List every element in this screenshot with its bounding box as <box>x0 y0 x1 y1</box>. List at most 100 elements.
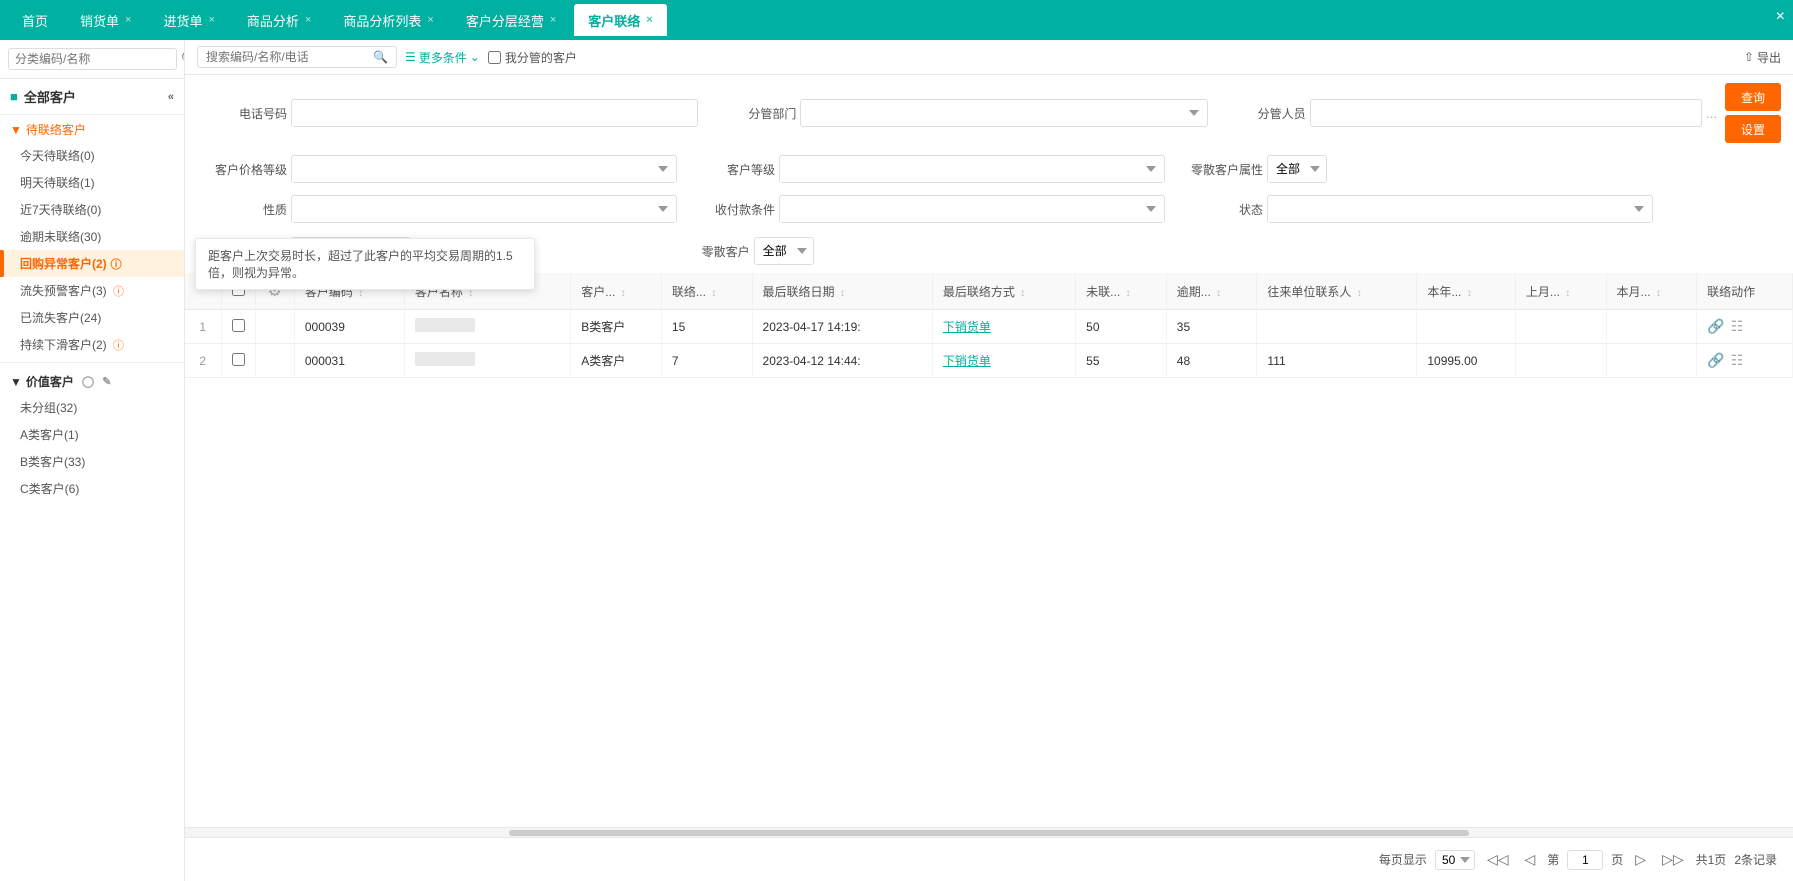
customer-grade-select[interactable] <box>779 155 1165 183</box>
chevron-down-icon: ▼ <box>10 123 22 137</box>
sort-icon: ↕ <box>1126 288 1131 299</box>
table-wrapper: ⚙ 客户编码 ↕ 客户名称 ↕ 客户... ↕ <box>185 273 1793 827</box>
page-input[interactable] <box>1567 850 1603 870</box>
sidebar-item-tomorrow[interactable]: 明天待联络(1) <box>0 169 184 196</box>
sort-icon: ↕ <box>621 288 626 299</box>
content-area: 🔍 ☰ 更多条件 ⌄ 我分管的客户 ⇧ 导出 电话号码 <box>185 40 1793 881</box>
col-overdue: 逾期... ↕ <box>1166 273 1257 310</box>
tab-home[interactable]: 首页 <box>8 4 62 36</box>
link-icon[interactable]: 🔗 <box>1707 318 1724 335</box>
price-grade-select[interactable] <box>291 155 677 183</box>
zero-attr-filter: 零散客户属性 全部 <box>1173 155 1653 183</box>
sidebar-item-class-b[interactable]: B类客户(33) <box>0 448 184 475</box>
my-customers-check[interactable] <box>488 51 501 64</box>
row-last-type[interactable]: 下销货单 <box>932 310 1075 344</box>
close-icon[interactable]: × <box>646 14 652 26</box>
row-last-date: 2023-04-12 14:44: <box>752 344 932 378</box>
search-input[interactable] <box>206 50 369 64</box>
sidebar-item-churn-risk[interactable]: 流失预警客户(3) ⓘ <box>0 277 184 304</box>
close-icon[interactable]: × <box>427 14 433 26</box>
filter-icon: ☰ <box>405 50 416 64</box>
zero-customer-select[interactable]: 全部 <box>754 237 814 265</box>
row-this-year <box>1417 310 1516 344</box>
sidebar-group-waiting[interactable]: ▼ 待联络客户 <box>0 115 184 142</box>
close-icon[interactable]: × <box>305 14 311 26</box>
manager-input[interactable] <box>1310 99 1702 127</box>
row-this-month <box>1606 344 1697 378</box>
more-icon[interactable]: ... <box>1706 106 1717 121</box>
row-last-type[interactable]: 下销货单 <box>932 344 1075 378</box>
sort-icon: ↕ <box>1357 288 1362 299</box>
sidebar-item-repurchase-wrapper: 回购异常客户(2) ⓘ <box>0 250 184 277</box>
tooltip: 距客户上次交易时长，超过了此客户的平均交易周期的1.5倍，则视为异常。 <box>195 238 535 290</box>
table-row: 1 000039 B类客户 15 2023-04-17 14:19: 下销货单 … <box>185 310 1793 344</box>
export-btn[interactable]: ⇧ 导出 <box>1744 49 1781 66</box>
first-page-btn[interactable]: ◁◁ <box>1483 849 1513 870</box>
grid-icon[interactable]: ☷ <box>1731 318 1744 335</box>
close-icon[interactable]: × <box>208 14 214 26</box>
chevron-down-icon: ▼ <box>10 375 22 389</box>
tab-purchase-order[interactable]: 进货单 × <box>149 4 228 36</box>
sidebar-item-repurchase[interactable]: 回购异常客户(2) ⓘ <box>0 250 184 277</box>
action-buttons: 查询 设置 <box>1725 83 1781 143</box>
row-settings <box>255 344 294 378</box>
scroll-thumb <box>509 830 1469 836</box>
sort-icon: ↕ <box>1565 288 1570 299</box>
tab-product-analysis-list[interactable]: 商品分析列表 × <box>329 4 447 36</box>
price-grade-filter: 客户价格等级 <box>197 155 677 183</box>
payment-select[interactable] <box>779 195 1165 223</box>
zero-attr-select[interactable]: 全部 <box>1267 155 1327 183</box>
sidebar-item-class-c[interactable]: C类客户(6) <box>0 475 184 502</box>
row-code: 000031 <box>294 344 404 378</box>
sidebar-item-ungroup[interactable]: 未分组(32) <box>0 394 184 421</box>
sidebar-search-input[interactable] <box>8 48 177 70</box>
close-all-tabs[interactable]: × <box>1776 8 1785 26</box>
tab-customer-contact[interactable]: 客户联络 × <box>574 4 666 36</box>
grid-icon[interactable]: ☷ <box>1731 352 1744 369</box>
dept-select[interactable] <box>800 99 1207 127</box>
per-page-select[interactable]: 50 <box>1435 850 1475 870</box>
sidebar-item-7days[interactable]: 近7天待联络(0) <box>0 196 184 223</box>
status-select[interactable] <box>1267 195 1653 223</box>
tab-product-analysis[interactable]: 商品分析 × <box>233 4 325 36</box>
phone-input[interactable] <box>291 99 698 127</box>
sort-icon: ↕ <box>1656 288 1661 299</box>
sort-icon: ↕ <box>1467 288 1472 299</box>
last-page-btn[interactable]: ▷▷ <box>1658 849 1688 870</box>
status-filter: 状态 <box>1173 195 1653 223</box>
sidebar-item-class-a[interactable]: A类客户(1) <box>0 421 184 448</box>
row-uncontact: 50 <box>1076 310 1167 344</box>
next-page-btn[interactable]: ▷ <box>1631 849 1650 870</box>
sidebar-item-overdue[interactable]: 逾期未联络(30) <box>0 223 184 250</box>
col-uncontact: 未联... ↕ <box>1076 273 1167 310</box>
tab-sales-order[interactable]: 销货单 × <box>66 4 145 36</box>
sidebar-item-churned[interactable]: 已流失客户(24) <box>0 304 184 331</box>
query-button[interactable]: 查询 <box>1725 83 1781 111</box>
more-conditions-btn[interactable]: ☰ 更多条件 ⌄ <box>405 49 480 66</box>
settings-icon[interactable]: ✎ <box>102 375 111 388</box>
sidebar-item-declining[interactable]: 持续下滑客户(2) ⓘ <box>0 331 184 358</box>
link-icon[interactable]: 🔗 <box>1707 352 1724 369</box>
sidebar-item-today[interactable]: 今天待联络(0) <box>0 142 184 169</box>
prev-page-btn[interactable]: ◁ <box>1520 849 1539 870</box>
row-actions: 🔗 ☷ <box>1697 310 1793 344</box>
customer-grade-filter: 客户等级 <box>685 155 1165 183</box>
tab-customer-tier[interactable]: 客户分层经营 × <box>452 4 570 36</box>
row-checkbox[interactable] <box>221 310 255 344</box>
sidebar-group-value[interactable]: ▼ 价值客户 ◯ ✎ <box>0 367 184 394</box>
row-settings <box>255 310 294 344</box>
horizontal-scrollbar[interactable] <box>185 827 1793 837</box>
my-customers-checkbox[interactable]: 我分管的客户 <box>488 49 577 66</box>
row-category: B类客户 <box>571 310 662 344</box>
sidebar-all-customers[interactable]: ■ 全部客户 « <box>0 79 184 115</box>
close-icon[interactable]: × <box>550 14 556 26</box>
row-unit-contact: 111 <box>1257 344 1417 378</box>
table-row: 2 000031 A类客户 7 2023-04-12 14:44: 下销货单 5… <box>185 344 1793 378</box>
row-checkbox[interactable] <box>221 344 255 378</box>
gender-select[interactable] <box>291 195 677 223</box>
edit-icon[interactable]: ◯ <box>82 375 94 388</box>
collapse-icon[interactable]: « <box>168 91 174 103</box>
col-actions: 联络动作 <box>1697 273 1793 310</box>
close-icon[interactable]: × <box>125 14 131 26</box>
settings-button[interactable]: 设置 <box>1725 115 1781 143</box>
